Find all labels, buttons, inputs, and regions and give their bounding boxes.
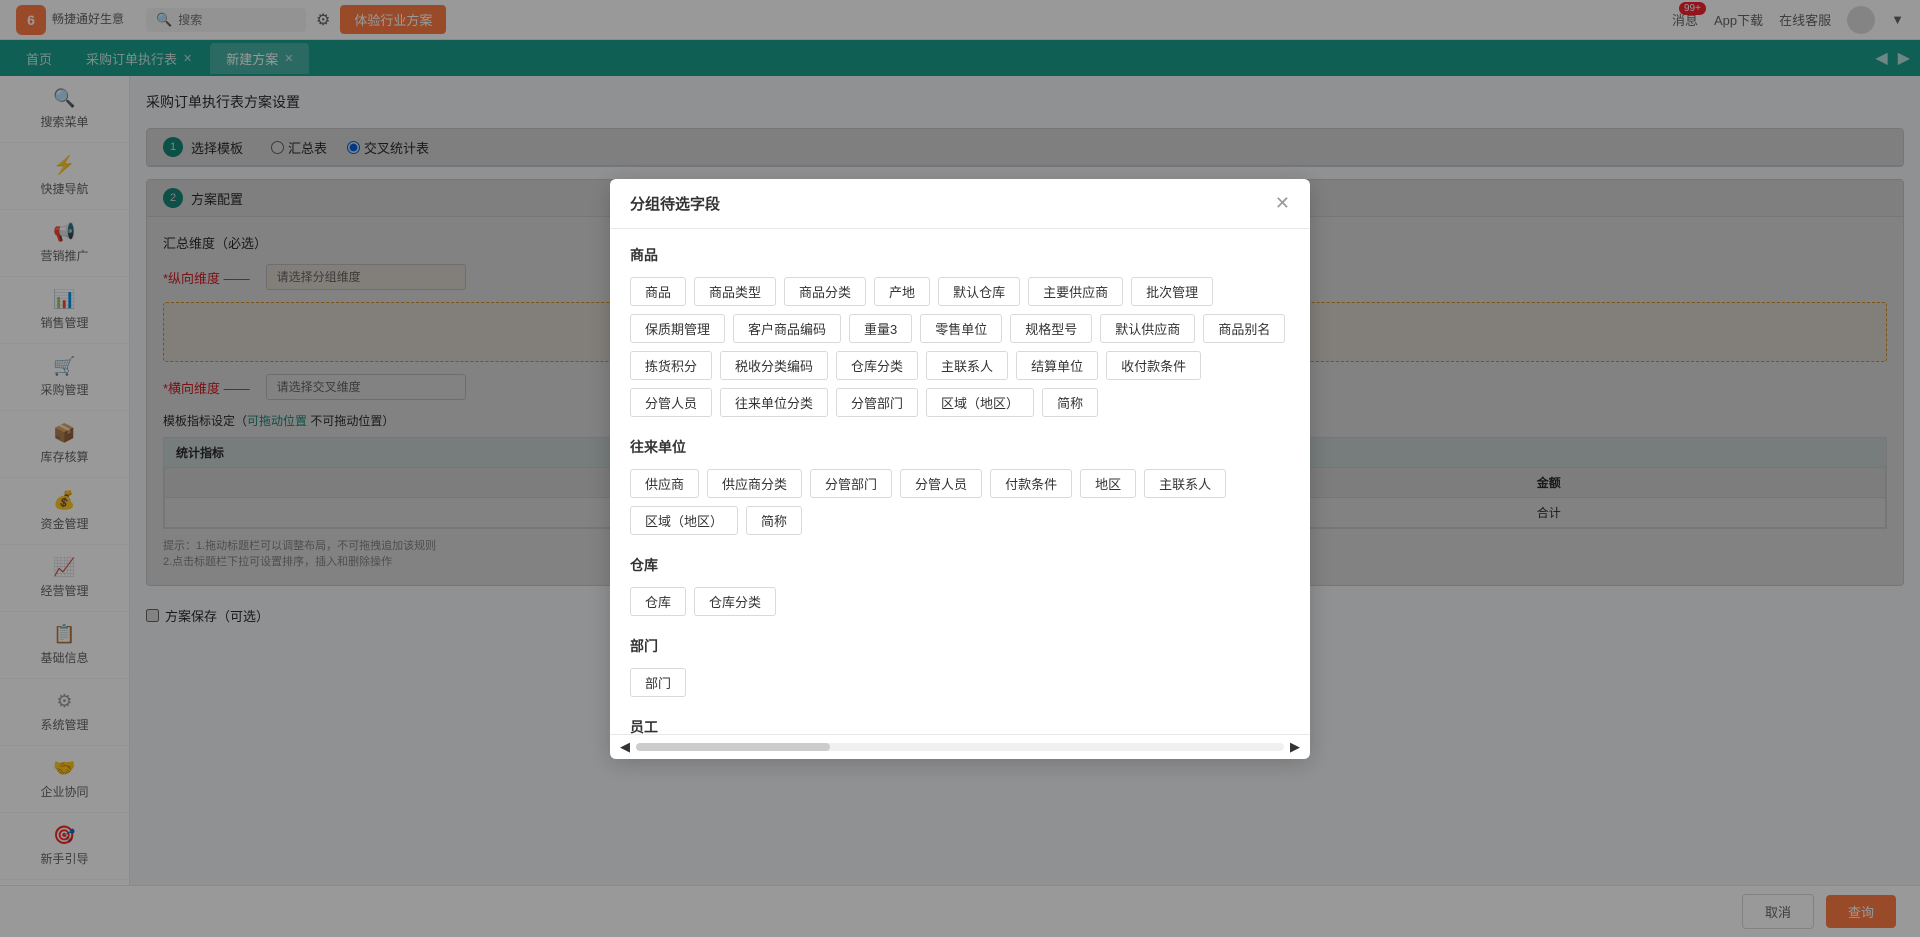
field-section-employee: 员工 业务员	[630, 717, 1290, 734]
field-chip-goods[interactable]: 商品	[630, 277, 686, 306]
field-chip-department[interactable]: 部门	[630, 668, 686, 697]
field-chip-pick-points[interactable]: 拣货积分	[630, 351, 712, 380]
field-chip-dept[interactable]: 分管部门	[810, 469, 892, 498]
field-chip-warehouse-cat[interactable]: 仓库分类	[694, 587, 776, 616]
field-chip-goods-alias[interactable]: 商品别名	[1203, 314, 1285, 343]
field-chip-supplier[interactable]: 供应商	[630, 469, 699, 498]
field-chip-supplier-category[interactable]: 供应商分类	[707, 469, 802, 498]
field-chip-warehouse[interactable]: 仓库	[630, 587, 686, 616]
modal-close-button[interactable]: ✕	[1275, 193, 1290, 214]
field-chip-contact[interactable]: 主联系人	[1144, 469, 1226, 498]
modal-header: 分组待选字段 ✕	[610, 179, 1310, 229]
field-chip-counterpart-category[interactable]: 往来单位分类	[720, 388, 828, 417]
field-chip-abbr[interactable]: 简称	[746, 506, 802, 535]
h-scrollbar[interactable]	[636, 743, 1284, 751]
field-chip-goods-category[interactable]: 商品分类	[784, 277, 866, 306]
field-chips-department: 部门	[630, 668, 1290, 697]
field-select-modal: 分组待选字段 ✕ 商品 商品 商品类型 商品分类 产地 默认仓库 主要供应商 批…	[610, 179, 1310, 759]
field-chip-tax-code[interactable]: 税收分类编码	[720, 351, 828, 380]
field-section-department: 部门 部门	[630, 636, 1290, 697]
field-chip-short-name[interactable]: 简称	[1042, 388, 1098, 417]
field-chip-payment-terms[interactable]: 收付款条件	[1106, 351, 1201, 380]
field-section-employee-title: 员工	[630, 717, 1290, 734]
field-chip-warehouse-category[interactable]: 仓库分类	[836, 351, 918, 380]
modal-overlay: 分组待选字段 ✕ 商品 商品 商品类型 商品分类 产地 默认仓库 主要供应商 批…	[0, 0, 1920, 937]
field-chip-manager[interactable]: 分管人员	[630, 388, 712, 417]
field-chip-spec-model[interactable]: 规格型号	[1010, 314, 1092, 343]
field-chip-main-contact[interactable]: 主联系人	[926, 351, 1008, 380]
field-chips-goods: 商品 商品类型 商品分类 产地 默认仓库 主要供应商 批次管理 保质期管理 客户…	[630, 277, 1290, 417]
field-chip-origin[interactable]: 产地	[874, 277, 930, 306]
h-scrollbar-thumb	[636, 743, 830, 751]
scroll-left-icon[interactable]: ◀	[620, 739, 630, 755]
field-chip-region[interactable]: 区域（地区）	[926, 388, 1034, 417]
field-chips-warehouse: 仓库 仓库分类	[630, 587, 1290, 616]
field-chip-manage-dept[interactable]: 分管部门	[836, 388, 918, 417]
field-chip-main-supplier[interactable]: 主要供应商	[1028, 277, 1123, 306]
field-chip-customer-code[interactable]: 客户商品编码	[733, 314, 841, 343]
modal-title: 分组待选字段	[630, 193, 720, 214]
field-section-department-title: 部门	[630, 636, 1290, 656]
field-chip-staff[interactable]: 分管人员	[900, 469, 982, 498]
field-chip-region2[interactable]: 区域（地区）	[630, 506, 738, 535]
field-chip-payment-cond[interactable]: 付款条件	[990, 469, 1072, 498]
field-chip-goods-type[interactable]: 商品类型	[694, 277, 776, 306]
field-chip-shelf-life[interactable]: 保质期管理	[630, 314, 725, 343]
field-chip-weight3[interactable]: 重量3	[849, 314, 912, 343]
field-section-warehouse-title: 仓库	[630, 555, 1290, 575]
field-section-counterparty: 往来单位 供应商 供应商分类 分管部门 分管人员 付款条件 地区 主联系人 区域…	[630, 437, 1290, 535]
field-chip-default-supplier[interactable]: 默认供应商	[1100, 314, 1195, 343]
field-section-goods-title: 商品	[630, 245, 1290, 265]
field-section-goods: 商品 商品 商品类型 商品分类 产地 默认仓库 主要供应商 批次管理 保质期管理…	[630, 245, 1290, 417]
modal-footer-scroll: ◀ ▶	[610, 734, 1310, 759]
field-chip-area[interactable]: 地区	[1080, 469, 1136, 498]
field-section-warehouse: 仓库 仓库 仓库分类	[630, 555, 1290, 616]
field-chip-retail-unit[interactable]: 零售单位	[920, 314, 1002, 343]
scroll-right-icon[interactable]: ▶	[1290, 739, 1300, 755]
modal-body: 商品 商品 商品类型 商品分类 产地 默认仓库 主要供应商 批次管理 保质期管理…	[610, 229, 1310, 734]
field-chip-settle-unit[interactable]: 结算单位	[1016, 351, 1098, 380]
field-chips-counterparty: 供应商 供应商分类 分管部门 分管人员 付款条件 地区 主联系人 区域（地区） …	[630, 469, 1290, 535]
field-chip-batch-management[interactable]: 批次管理	[1131, 277, 1213, 306]
field-chip-default-warehouse[interactable]: 默认仓库	[938, 277, 1020, 306]
field-section-counterparty-title: 往来单位	[630, 437, 1290, 457]
